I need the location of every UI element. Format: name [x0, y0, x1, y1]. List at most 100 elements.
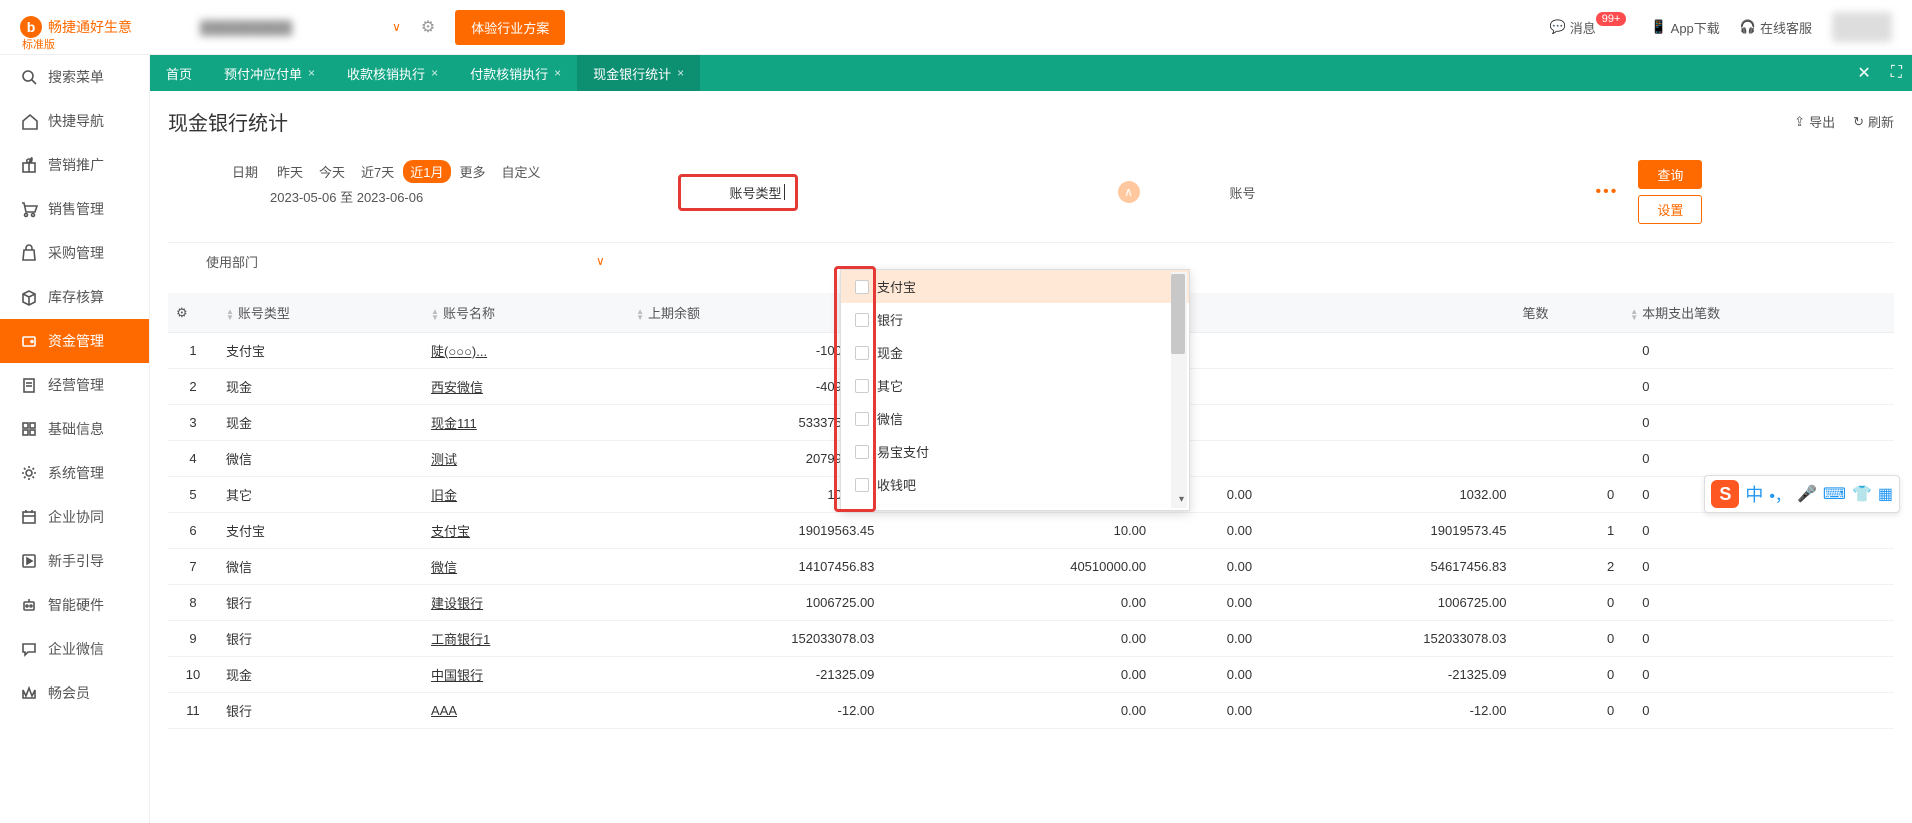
account-name-link[interactable]: AAA — [431, 703, 457, 718]
account-name-link[interactable]: 中国银行 — [431, 668, 483, 683]
table-row[interactable]: 9银行工商银行1152033078.030.000.00152033078.03… — [168, 621, 1894, 657]
account-name-link[interactable]: 微信 — [431, 560, 457, 575]
table-settings-header[interactable]: ⚙ — [168, 293, 218, 333]
checkbox-icon[interactable] — [855, 445, 869, 459]
dropdown-option-3[interactable]: 其它 — [841, 369, 1189, 402]
col-outcount[interactable]: ▲▼本期支出笔数 — [1622, 293, 1894, 333]
dropdown-option-6[interactable]: 收钱吧 — [841, 468, 1189, 501]
tab-close-icon[interactable]: × — [431, 66, 438, 80]
ime-toolbox-icon[interactable]: ▦ — [1878, 484, 1893, 504]
sidebar-item-robot[interactable]: 智能硬件 — [0, 583, 149, 627]
sidebar-item-calendar[interactable]: 企业协同 — [0, 495, 149, 539]
account-name-link[interactable]: 测试 — [431, 452, 457, 467]
dropdown-option-0[interactable]: 支付宝 — [841, 270, 1189, 303]
ime-keyboard-icon[interactable]: ⌨ — [1823, 484, 1846, 504]
sidebar-item-grid[interactable]: 基础信息 — [0, 407, 149, 451]
col-count[interactable]: 笔数 — [1514, 293, 1622, 333]
messages-link[interactable]: 💬 消息 99+ — [1550, 18, 1631, 37]
sidebar-item-search[interactable]: 搜索菜单 — [0, 55, 149, 99]
sidebar-item-chat[interactable]: 企业微信 — [0, 627, 149, 671]
checkbox-icon[interactable] — [855, 280, 869, 294]
sidebar-item-vip[interactable]: 畅会员 — [0, 671, 149, 715]
cell-prev: -21325.09 — [628, 657, 882, 693]
account-name-link[interactable]: 陡(○○○)... — [431, 344, 487, 359]
account-name-link[interactable]: 旧金 — [431, 488, 457, 503]
account-type-filter[interactable]: 账号类型 — [678, 174, 798, 211]
account-name-link[interactable]: 支付宝 — [431, 524, 470, 539]
tab-0[interactable]: 首页 — [150, 55, 208, 91]
checkbox-icon[interactable] — [855, 379, 869, 393]
account-name-link[interactable]: 现金111 — [431, 416, 477, 431]
org-chevron-icon[interactable]: ∨ — [392, 20, 401, 34]
sidebar-item-play[interactable]: 新手引导 — [0, 539, 149, 583]
col-account-name[interactable]: ▲▼账号名称 — [423, 293, 628, 333]
cell-c6: -21325.09 — [1260, 657, 1514, 693]
sidebar-item-doc[interactable]: 经营管理 — [0, 363, 149, 407]
table-row[interactable]: 10现金中国银行-21325.090.000.00-21325.0900 — [168, 657, 1894, 693]
tab-close-icon[interactable]: × — [677, 66, 684, 80]
table-row[interactable]: 8银行建设银行1006725.000.000.001006725.0000 — [168, 585, 1894, 621]
more-filters-icon[interactable]: ••• — [1596, 183, 1619, 201]
dropdown-option-7[interactable]: 长沙银行 — [841, 501, 1189, 510]
settings-gear-icon[interactable]: ⚙ — [421, 17, 435, 37]
date-opt-1[interactable]: 今天 — [312, 160, 352, 183]
dept-chevron-icon[interactable]: ∨ — [596, 254, 605, 268]
tab-close-icon[interactable]: × — [308, 66, 315, 80]
org-name[interactable]: ██████████ — [200, 20, 292, 35]
cell-outcnt: 0 — [1622, 441, 1894, 477]
dropdown-scroll-down-icon[interactable]: ▾ — [1179, 494, 1184, 505]
refresh-button[interactable]: ↻ 刷新 — [1853, 112, 1894, 131]
tab-3[interactable]: 付款核销执行× — [454, 55, 577, 91]
query-button[interactable]: 查询 — [1638, 160, 1702, 189]
sidebar-item-bag[interactable]: 采购管理 — [0, 231, 149, 275]
sidebar-item-cart[interactable]: 销售管理 — [0, 187, 149, 231]
account-name-link[interactable]: 西安微信 — [431, 380, 483, 395]
dropdown-scrollbar-thumb[interactable] — [1171, 274, 1185, 354]
date-opt-2[interactable]: 近7天 — [354, 160, 401, 183]
app-download-link[interactable]: 📱 App下载 — [1650, 18, 1719, 37]
export-button[interactable]: ⇪ 导出 — [1794, 112, 1835, 131]
tab-4[interactable]: 现金银行统计× — [577, 55, 700, 91]
checkbox-icon[interactable] — [855, 478, 869, 492]
dropdown-option-2[interactable]: 现金 — [841, 336, 1189, 369]
dropdown-scrollbar-track[interactable]: ▾ — [1171, 272, 1187, 508]
account-name-link[interactable]: 建设银行 — [431, 596, 483, 611]
date-opt-4[interactable]: 更多 — [453, 160, 493, 183]
dropdown-option-4[interactable]: 微信 — [841, 402, 1189, 435]
fullscreen-icon[interactable]: ⛶ — [1881, 64, 1912, 82]
account-name-link[interactable]: 工商银行1 — [431, 632, 490, 647]
sidebar-item-gear[interactable]: 系统管理 — [0, 451, 149, 495]
tab-close-icon[interactable]: × — [554, 66, 561, 80]
experience-button[interactable]: 体验行业方案 — [455, 10, 565, 45]
date-opt-3[interactable]: 近1月 — [403, 160, 450, 183]
dept-input[interactable] — [270, 249, 590, 273]
col-account-type[interactable]: ▲▼账号类型 — [218, 293, 423, 333]
checkbox-icon[interactable] — [855, 313, 869, 327]
table-row[interactable]: 11银行AAA-12.000.000.00-12.0000 — [168, 693, 1894, 729]
dropdown-option-1[interactable]: 银行 — [841, 303, 1189, 336]
close-all-tabs-icon[interactable]: ✕ — [1847, 63, 1880, 83]
sidebar-item-home[interactable]: 快捷导航 — [0, 99, 149, 143]
ime-punct-icon[interactable]: •， — [1769, 482, 1791, 506]
tab-2[interactable]: 收款核销执行× — [331, 55, 454, 91]
user-avatar[interactable] — [1832, 12, 1892, 42]
checkbox-icon[interactable] — [855, 412, 869, 426]
dropdown-option-5[interactable]: 易宝支付 — [841, 435, 1189, 468]
collapse-toggle-icon[interactable]: ∧ — [1118, 181, 1140, 203]
ime-lang[interactable]: 中 — [1745, 481, 1763, 507]
ime-skin-icon[interactable]: 👕 — [1852, 484, 1872, 504]
table-row[interactable]: 6支付宝支付宝19019563.4510.000.0019019573.4510 — [168, 513, 1894, 549]
date-opt-5[interactable]: 自定义 — [495, 160, 548, 183]
sidebar-item-gift[interactable]: 营销推广 — [0, 143, 149, 187]
sidebar-item-wallet[interactable]: 资金管理 — [0, 319, 149, 363]
settings-button[interactable]: 设置 — [1638, 195, 1702, 224]
online-service-link[interactable]: 🎧 在线客服 — [1740, 18, 1812, 37]
sidebar-item-box[interactable]: 库存核算 — [0, 275, 149, 319]
checkbox-icon[interactable] — [855, 346, 869, 360]
tab-1[interactable]: 预付冲应付单× — [208, 55, 331, 91]
ime-toolbar[interactable]: S 中 •， 🎤 ⌨ 👕 ▦ — [1704, 475, 1900, 513]
ime-mic-icon[interactable]: 🎤 — [1797, 484, 1817, 504]
logo[interactable]: b 畅捷通好生意 — [20, 16, 160, 38]
date-opt-0[interactable]: 昨天 — [270, 160, 310, 183]
table-row[interactable]: 7微信微信14107456.8340510000.000.0054617456.… — [168, 549, 1894, 585]
